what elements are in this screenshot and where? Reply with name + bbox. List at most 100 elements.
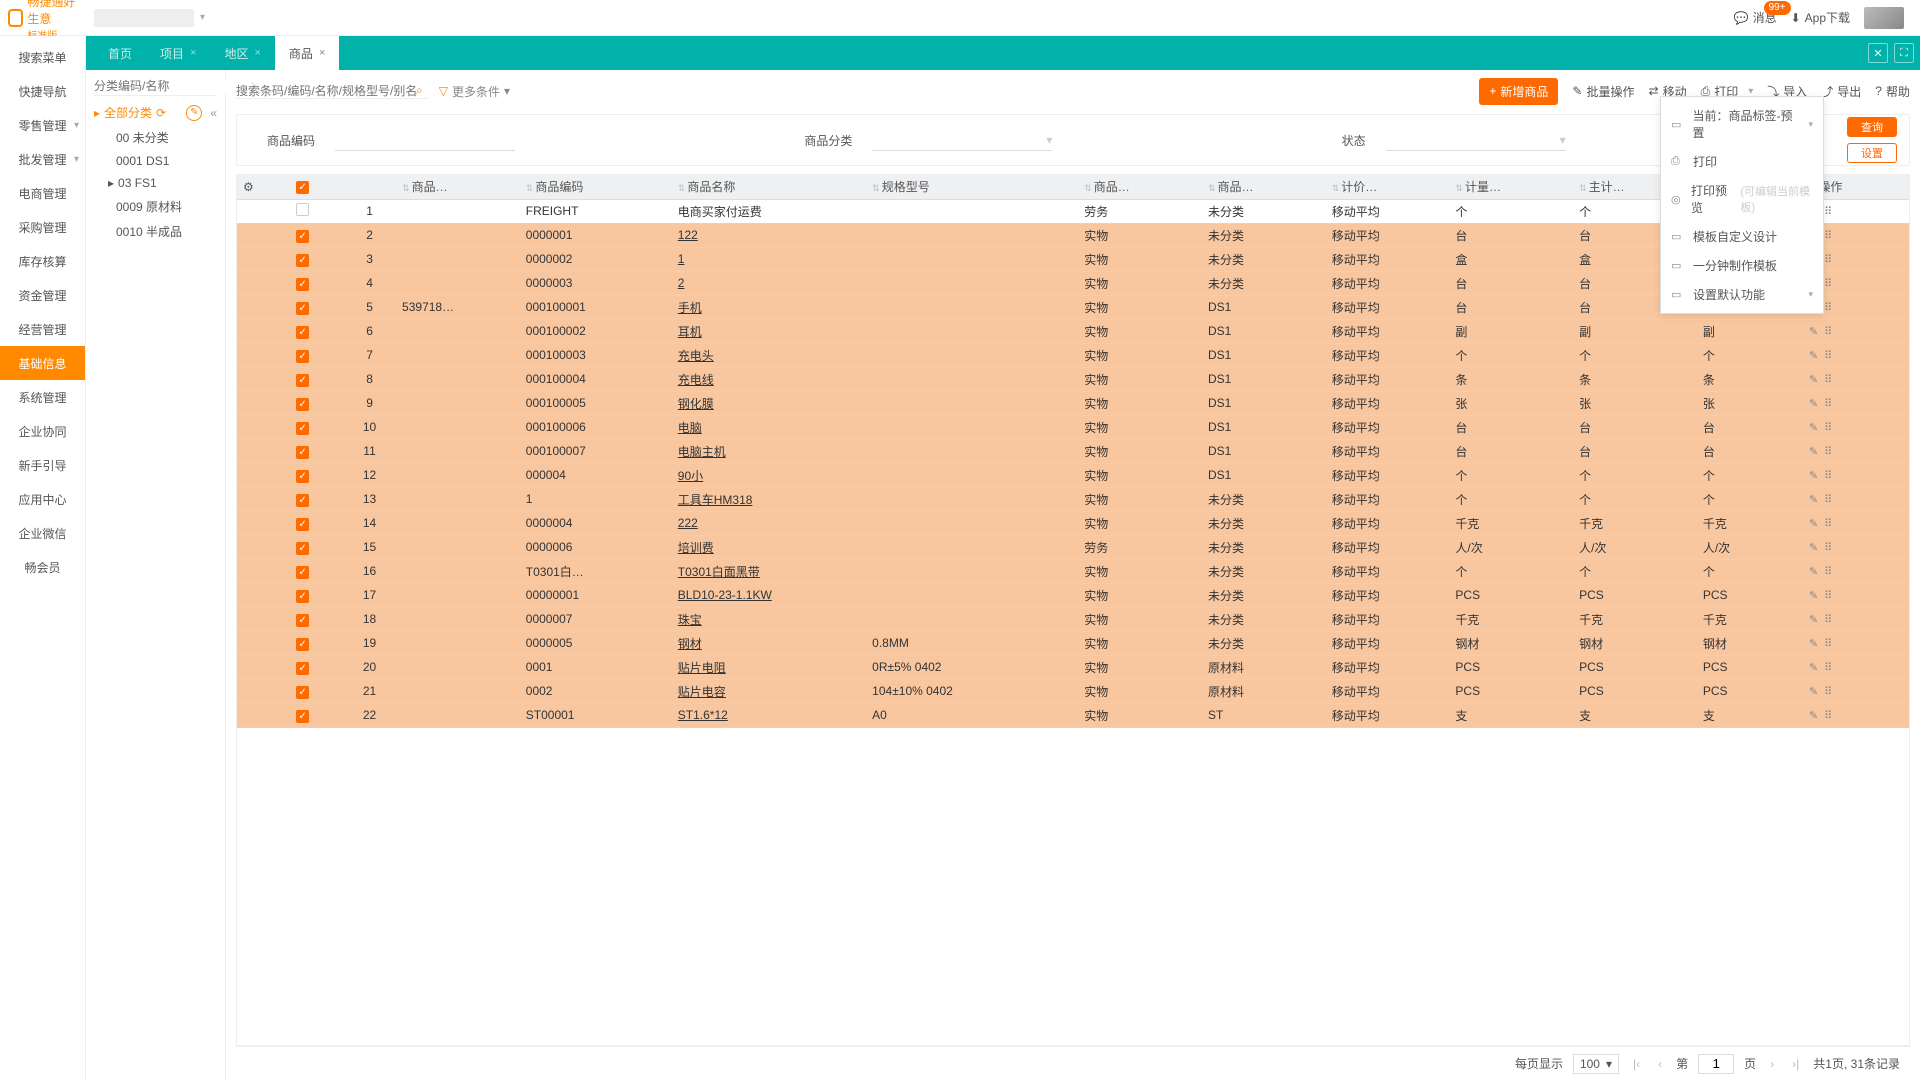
row-checkbox[interactable]: ✓	[296, 494, 309, 507]
last-page-button[interactable]: ›|	[1788, 1057, 1803, 1071]
table-row[interactable]: ✓210002贴片电容104±10% 0402实物原材料移动平均PCSPCSPC…	[237, 679, 1909, 703]
sidebar-item[interactable]: 采购管理	[0, 210, 85, 244]
column-header[interactable]: ⇅商品名称	[672, 175, 866, 199]
edit-icon[interactable]: ✎	[1809, 613, 1818, 626]
tab[interactable]: 项目×	[146, 36, 210, 70]
dd-template[interactable]: ▭模板自定义设计	[1661, 222, 1823, 251]
edit-icon[interactable]: ✎	[1809, 373, 1818, 386]
product-name-link[interactable]: BLD10-23-1.1KW	[678, 588, 772, 602]
next-page-button[interactable]: ›	[1766, 1057, 1778, 1071]
edit-icon[interactable]: ✎	[1809, 493, 1818, 506]
sp-category-select[interactable]: ▾	[872, 129, 1052, 151]
sidebar-item[interactable]: 系统管理	[0, 380, 85, 414]
edit-icon[interactable]: ✎	[1809, 349, 1818, 362]
product-name-link[interactable]: 珠宝	[678, 613, 702, 627]
product-name-link[interactable]: 1	[678, 252, 685, 266]
table-row[interactable]: ✓400000032实物未分类移动平均台台台✎⠿	[237, 271, 1909, 295]
sidebar-item[interactable]: 基础信息	[0, 346, 85, 380]
edit-icon[interactable]: ✎	[1809, 661, 1818, 674]
row-checkbox[interactable]: ✓	[296, 302, 309, 315]
close-icon[interactable]: ×	[190, 47, 196, 59]
row-checkbox[interactable]: ✓	[296, 638, 309, 651]
sidebar-item[interactable]: 零售管理▾	[0, 108, 85, 142]
more-icon[interactable]: ⠿	[1824, 541, 1832, 554]
row-checkbox[interactable]: ✓	[296, 422, 309, 435]
row-checkbox[interactable]: ✓	[296, 230, 309, 243]
more-icon[interactable]: ⠿	[1824, 349, 1832, 362]
gear-icon[interactable]: ⚙	[243, 180, 254, 194]
column-header[interactable]: ⚙	[237, 175, 290, 199]
row-checkbox[interactable]: ✓	[296, 542, 309, 555]
product-name-link[interactable]: 钢化膜	[678, 397, 714, 411]
first-page-button[interactable]: |‹	[1629, 1057, 1644, 1071]
close-icon[interactable]: ×	[319, 47, 325, 59]
sp-status-select[interactable]: ▾	[1386, 129, 1566, 151]
column-header[interactable]: ✓	[290, 175, 343, 199]
tree-node[interactable]: 00 未分类	[94, 125, 217, 150]
product-name-link[interactable]: 工具车HM318	[678, 493, 753, 507]
more-icon[interactable]: ⠿	[1824, 301, 1832, 314]
product-name-link[interactable]: 222	[678, 516, 698, 530]
dd-quick[interactable]: ▭一分钟制作模板	[1661, 251, 1823, 280]
product-name-link[interactable]: 手机	[678, 301, 702, 315]
sidebar-item[interactable]: 搜索菜单	[0, 40, 85, 74]
per-page-select[interactable]: 100▾	[1573, 1054, 1619, 1074]
table-row[interactable]: ✓16T0301白…T0301白面黑带实物未分类移动平均个个个✎⠿	[237, 559, 1909, 583]
product-name-link[interactable]: 122	[678, 228, 698, 242]
sidebar-item[interactable]: 应用中心	[0, 482, 85, 516]
more-icon[interactable]: ⠿	[1824, 397, 1832, 410]
messages-button[interactable]: 💬 消息	[1734, 9, 1777, 26]
avatar[interactable]	[1864, 7, 1904, 29]
row-checkbox[interactable]: ✓	[296, 566, 309, 579]
more-conditions-button[interactable]: ▽ 更多条件 ▾	[439, 83, 510, 100]
help-button[interactable]: ?帮助	[1875, 83, 1910, 100]
table-row[interactable]: ✓200001贴片电阻0R±5% 0402实物原材料移动平均PCSPCSPCS✎…	[237, 655, 1909, 679]
more-icon[interactable]: ⠿	[1824, 325, 1832, 338]
column-header[interactable]: ⇅商品…	[396, 175, 520, 199]
edit-icon[interactable]: ✎	[1809, 709, 1818, 722]
row-checkbox[interactable]: ✓	[296, 470, 309, 483]
more-icon[interactable]: ⠿	[1824, 229, 1832, 242]
table-row[interactable]: ✓150000006培训费劳务未分类移动平均人/次人/次人/次✎⠿	[237, 535, 1909, 559]
batch-button[interactable]: ✎批量操作	[1572, 83, 1634, 100]
dd-default[interactable]: ▭设置默认功能▾	[1661, 280, 1823, 309]
table-row[interactable]: ✓190000005钢材0.8MM实物未分类移动平均钢材钢材钢材✎⠿	[237, 631, 1909, 655]
sidebar-item[interactable]: 资金管理	[0, 278, 85, 312]
refresh-icon[interactable]: ⟳	[156, 106, 166, 120]
sidebar-item[interactable]: 批发管理▾	[0, 142, 85, 176]
query-button[interactable]: 查询	[1847, 117, 1897, 137]
table-row[interactable]: ✓6000100002耳机实物DS1移动平均副副副✎⠿	[237, 319, 1909, 343]
chevron-down-icon[interactable]: ▾	[200, 12, 205, 23]
product-name-link[interactable]: 充电头	[678, 349, 714, 363]
row-checkbox[interactable]: ✓	[296, 710, 309, 723]
more-icon[interactable]: ⠿	[1824, 709, 1832, 722]
prev-page-button[interactable]: ‹	[1654, 1057, 1666, 1071]
sidebar-item[interactable]: 企业微信	[0, 516, 85, 550]
add-product-button[interactable]: + 新增商品	[1479, 78, 1558, 105]
row-checkbox[interactable]: ✓	[296, 326, 309, 339]
org-selector[interactable]	[94, 9, 194, 27]
tab[interactable]: 地区×	[210, 36, 274, 70]
table-row[interactable]: ✓180000007珠宝实物未分类移动平均千克千克千克✎⠿	[237, 607, 1909, 631]
edit-icon[interactable]: ✎	[1809, 565, 1818, 578]
column-header[interactable]	[343, 175, 396, 199]
table-row[interactable]: ✓140000004222实物未分类移动平均千克千克千克✎⠿	[237, 511, 1909, 535]
search-input[interactable]	[236, 84, 416, 98]
more-icon[interactable]: ⠿	[1824, 565, 1832, 578]
more-icon[interactable]: ⠿	[1824, 613, 1832, 626]
table-row[interactable]: 1FREIGHT电商买家付运费劳务未分类移动平均个个✎⠿	[237, 199, 1909, 223]
product-name-link[interactable]: 电脑	[678, 421, 702, 435]
table-row[interactable]: ✓1700000001BLD10-23-1.1KW实物未分类移动平均PCSPCS…	[237, 583, 1909, 607]
dd-current[interactable]: ▭当前：商品标签-预置▾	[1661, 101, 1823, 147]
row-checkbox[interactable]: ✓	[296, 398, 309, 411]
column-header[interactable]: ⇅计量…	[1449, 175, 1573, 199]
row-checkbox[interactable]: ✓	[296, 374, 309, 387]
sp-code-input[interactable]	[335, 129, 515, 151]
product-name-link[interactable]: 充电线	[678, 373, 714, 387]
sidebar-item[interactable]: 电商管理	[0, 176, 85, 210]
more-icon[interactable]: ⠿	[1824, 589, 1832, 602]
product-name-link[interactable]: ST1.6*12	[678, 708, 728, 722]
table-row[interactable]: ✓5539718…000100001手机实物DS1移动平均台台台✎⠿	[237, 295, 1909, 319]
dd-preview[interactable]: ◎打印预览(可编辑当前模板)	[1661, 176, 1823, 222]
row-checkbox[interactable]: ✓	[296, 590, 309, 603]
